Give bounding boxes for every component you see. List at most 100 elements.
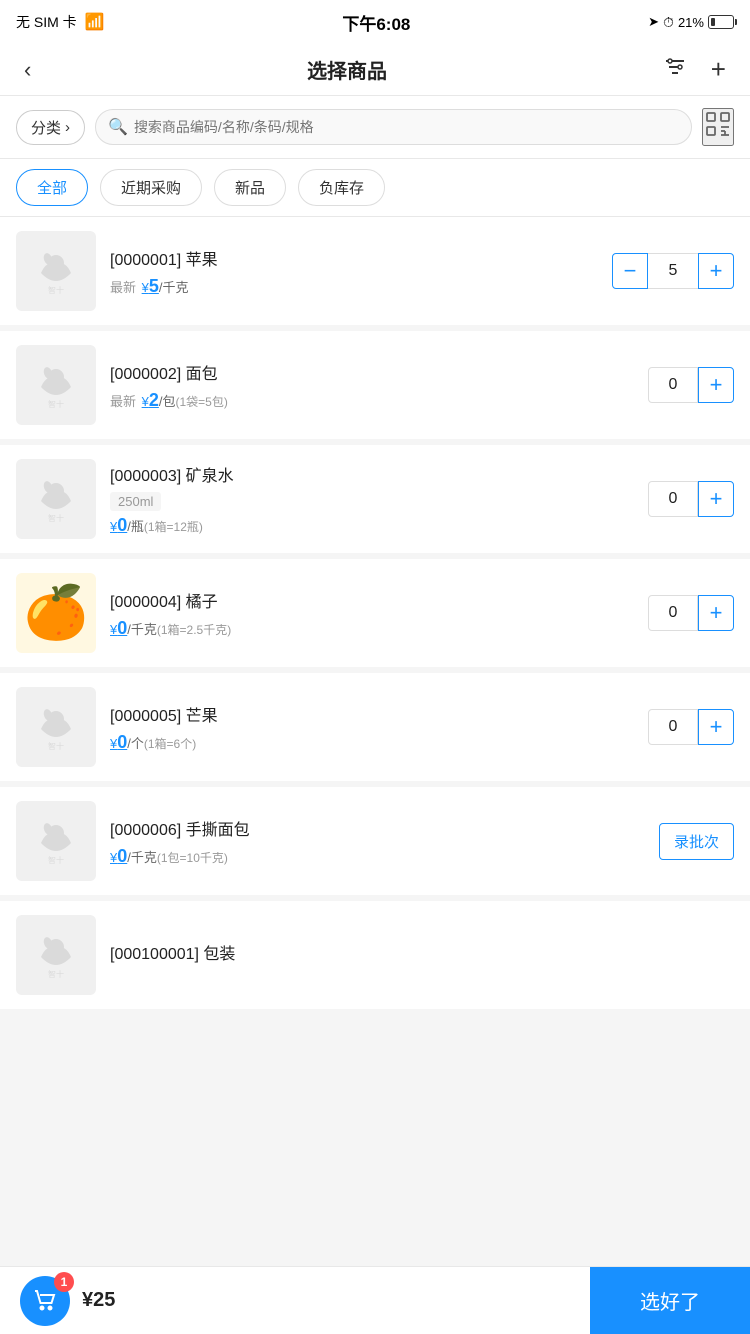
placeholder-icon: 智十 xyxy=(26,925,86,985)
quantity-control: + xyxy=(648,595,734,631)
product-price: 最新 ¥2/包(1袋=5包) xyxy=(110,390,634,411)
product-name: [000100001] 包装 xyxy=(110,940,734,964)
product-price: ¥0/个(1箱=6个) xyxy=(110,732,634,753)
quantity-input[interactable] xyxy=(648,367,698,403)
category-button[interactable]: 分类 › xyxy=(16,110,85,145)
quantity-control: − + xyxy=(612,253,734,289)
page-title: 选择商品 xyxy=(307,55,387,84)
tab-new[interactable]: 新品 xyxy=(214,169,286,206)
cart-button[interactable]: 1 xyxy=(20,1276,70,1326)
product-name: [0000002] 面包 xyxy=(110,360,634,384)
cart-badge: 1 xyxy=(54,1272,74,1292)
tab-negative[interactable]: 负库存 xyxy=(298,169,385,206)
product-image: 智十 xyxy=(16,345,96,425)
navbar-right: + xyxy=(659,50,730,89)
product-item: 智十 [0000003] 矿泉水 250ml ¥0/瓶(1箱=12瓶) + xyxy=(0,445,750,553)
increase-button[interactable]: + xyxy=(698,367,734,403)
product-image: 🍊 xyxy=(16,573,96,653)
bottom-bar: 1 ¥25 选好了 xyxy=(0,1266,750,1334)
search-input[interactable] xyxy=(134,119,679,135)
product-name: [0000004] 橘子 xyxy=(110,588,634,612)
battery-icon xyxy=(708,15,734,29)
product-item: 🍊 [0000004] 橘子 ¥0/千克(1箱=2.5千克) + xyxy=(0,559,750,667)
product-info: [0000002] 面包 最新 ¥2/包(1袋=5包) xyxy=(110,360,634,411)
status-time: 下午6:08 xyxy=(342,10,410,35)
product-info: [000100001] 包装 xyxy=(110,940,734,970)
increase-button[interactable]: + xyxy=(698,709,734,745)
product-price: ¥0/瓶(1箱=12瓶) xyxy=(110,515,634,536)
quantity-control: + xyxy=(648,709,734,745)
add-button[interactable]: + xyxy=(707,50,730,89)
alarm-icon: ⏱ xyxy=(663,14,674,31)
product-spec: 250ml xyxy=(110,492,161,511)
product-item: 智十 [000100001] 包装 xyxy=(0,901,750,1009)
navbar: ‹ 选择商品 + xyxy=(0,44,750,96)
navbar-left: ‹ xyxy=(20,53,35,87)
increase-button[interactable]: + xyxy=(698,253,734,289)
svg-text:智十: 智十 xyxy=(48,399,64,409)
status-right: ➤ ⏱ 21% xyxy=(648,14,734,31)
tab-all[interactable]: 全部 xyxy=(16,169,88,206)
product-image: 智十 xyxy=(16,915,96,995)
quantity-input[interactable] xyxy=(648,595,698,631)
quantity-control: + xyxy=(648,367,734,403)
orange-image: 🍊 xyxy=(24,587,89,639)
product-name: [0000006] 手撕面包 xyxy=(110,816,645,840)
product-name: [0000005] 芒果 xyxy=(110,702,634,726)
confirm-button[interactable]: 选好了 xyxy=(590,1267,750,1334)
increase-button[interactable]: + xyxy=(698,481,734,517)
record-batch-button[interactable]: 录批次 xyxy=(659,823,734,860)
product-price: ¥0/千克(1箱=2.5千克) xyxy=(110,618,634,639)
battery-text: 21% xyxy=(678,15,704,30)
search-icon: 🔍 xyxy=(108,117,128,137)
scan-button[interactable] xyxy=(702,108,734,146)
product-info: [0000005] 芒果 ¥0/个(1箱=6个) xyxy=(110,702,634,753)
product-price: 最新 ¥5/千克 xyxy=(110,276,598,297)
filter-button[interactable] xyxy=(659,51,691,89)
product-name: [0000001] 苹果 xyxy=(110,246,598,270)
back-button[interactable]: ‹ xyxy=(20,53,35,87)
quantity-input[interactable] xyxy=(648,481,698,517)
category-label: 分类 xyxy=(31,117,61,138)
carrier-text: 无 SIM 卡 xyxy=(16,12,77,32)
product-image: 智十 xyxy=(16,459,96,539)
quantity-input[interactable] xyxy=(648,253,698,289)
placeholder-icon: 智十 xyxy=(26,697,86,757)
product-list: 智十 [0000001] 苹果 最新 ¥5/千克 − + 智十 [0000002… xyxy=(0,217,750,1009)
svg-text:智十: 智十 xyxy=(48,285,64,295)
product-item: 智十 [0000006] 手撕面包 ¥0/千克(1包=10千克) 录批次 xyxy=(0,787,750,895)
cart-total: ¥25 xyxy=(82,1289,115,1312)
placeholder-icon: 智十 xyxy=(26,469,86,529)
svg-text:智十: 智十 xyxy=(48,513,64,523)
svg-text:智十: 智十 xyxy=(48,969,64,979)
tab-recent[interactable]: 近期采购 xyxy=(100,169,202,206)
placeholder-icon: 智十 xyxy=(26,355,86,415)
product-item: 智十 [0000002] 面包 最新 ¥2/包(1袋=5包) + xyxy=(0,331,750,439)
cart-area: 1 ¥25 xyxy=(0,1276,135,1326)
product-info: [0000004] 橘子 ¥0/千克(1箱=2.5千克) xyxy=(110,588,634,639)
product-name: [0000003] 矿泉水 xyxy=(110,462,634,486)
increase-button[interactable]: + xyxy=(698,595,734,631)
status-left: 无 SIM 卡 📶 xyxy=(16,12,105,32)
cart-icon xyxy=(31,1287,59,1315)
product-info: [0000003] 矿泉水 250ml ¥0/瓶(1箱=12瓶) xyxy=(110,462,634,536)
placeholder-icon: 智十 xyxy=(26,241,86,301)
decrease-button[interactable]: − xyxy=(612,253,648,289)
wifi-icon: 📶 xyxy=(85,12,105,32)
search-input-wrap: 🔍 xyxy=(95,109,692,145)
product-info: [0000001] 苹果 最新 ¥5/千克 xyxy=(110,246,598,297)
product-image: 智十 xyxy=(16,231,96,311)
svg-text:智十: 智十 xyxy=(48,741,64,751)
product-price: ¥0/千克(1包=10千克) xyxy=(110,846,645,867)
quantity-input[interactable] xyxy=(648,709,698,745)
product-info: [0000006] 手撕面包 ¥0/千克(1包=10千克) xyxy=(110,816,645,867)
location-icon: ➤ xyxy=(648,14,659,30)
category-arrow: › xyxy=(65,119,70,136)
status-bar: 无 SIM 卡 📶 下午6:08 ➤ ⏱ 21% xyxy=(0,0,750,44)
product-item: 智十 [0000001] 苹果 最新 ¥5/千克 − + xyxy=(0,217,750,325)
search-area: 分类 › 🔍 xyxy=(0,96,750,159)
product-image: 智十 xyxy=(16,687,96,767)
svg-text:智十: 智十 xyxy=(48,855,64,865)
product-item: 智十 [0000005] 芒果 ¥0/个(1箱=6个) + xyxy=(0,673,750,781)
placeholder-icon: 智十 xyxy=(26,811,86,871)
